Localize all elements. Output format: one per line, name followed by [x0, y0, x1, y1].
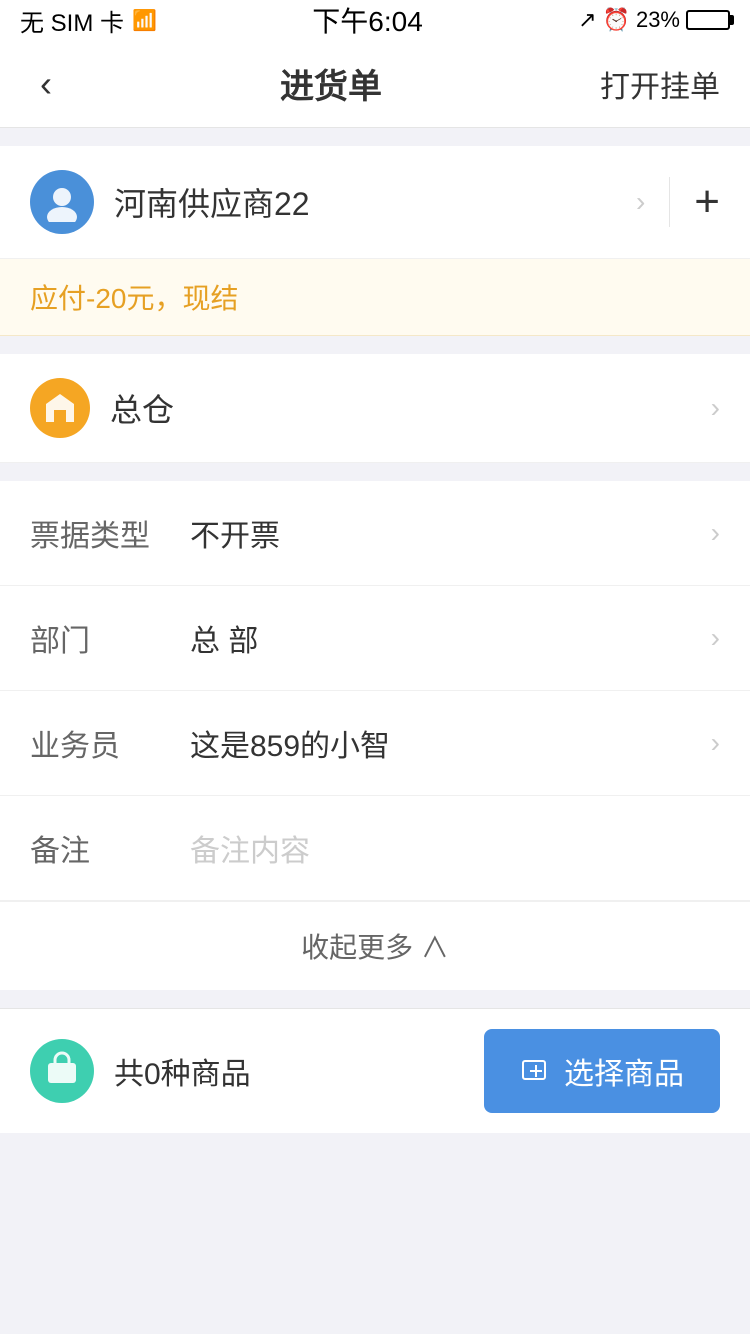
warehouse-icon: [30, 378, 90, 438]
section-divider-1: [0, 128, 750, 146]
status-carrier: 无 SIM 卡 📶: [20, 3, 157, 38]
invoice-label: 票据类型: [30, 511, 190, 555]
warehouse-chevron-icon: ›: [711, 392, 720, 424]
remark-label: 备注: [30, 826, 190, 870]
select-product-button[interactable]: 选择商品: [484, 1029, 720, 1113]
wifi-icon: 📶: [132, 8, 157, 33]
nav-bar: ‹ 进货单 打开挂单: [0, 40, 750, 128]
invoice-chevron-icon: ›: [711, 517, 720, 549]
alarm-icon: ⏰: [603, 7, 630, 33]
section-divider-2: [0, 336, 750, 354]
select-product-label: 选择商品: [564, 1049, 684, 1093]
status-bar: 无 SIM 卡 📶 下午6:04 ↗ ⏰ 23%: [0, 0, 750, 40]
back-button[interactable]: ‹: [30, 53, 62, 115]
status-indicators: ↗ ⏰ 23%: [578, 7, 730, 33]
invoice-value: 不开票: [190, 511, 711, 555]
supplier-name: 河南供应商22: [114, 179, 636, 225]
collapse-label: 收起更多 ∧: [301, 926, 449, 966]
remark-row[interactable]: 备注 备注内容: [0, 796, 750, 901]
open-pending-button[interactable]: 打开挂单: [600, 62, 720, 106]
warehouse-section: 总仓 ›: [0, 354, 750, 463]
invoice-type-row[interactable]: 票据类型 不开票 ›: [0, 481, 750, 586]
carrier-text: 无 SIM 卡: [20, 3, 124, 38]
notice-banner: 应付-20元，现结: [0, 259, 750, 336]
remark-input[interactable]: 备注内容: [190, 826, 720, 870]
page-title: 进货单: [280, 59, 382, 108]
battery-icon: [686, 10, 730, 30]
collapse-row[interactable]: 收起更多 ∧: [0, 901, 750, 990]
battery-text: 23%: [636, 7, 680, 33]
sales-value: 这是859的小智: [190, 721, 711, 765]
product-icon: [30, 1039, 94, 1103]
warehouse-name: 总仓: [110, 385, 711, 431]
form-section: 票据类型 不开票 › 部门 总 部 › 业务员 这是859的小智 › 备注 备注…: [0, 481, 750, 990]
supplier-avatar: [30, 170, 94, 234]
sales-label: 业务员: [30, 721, 190, 765]
vertical-divider: [669, 177, 670, 227]
supplier-section: 河南供应商22 › + 应付-20元，现结: [0, 146, 750, 336]
dept-chevron-icon: ›: [711, 622, 720, 654]
add-supplier-button[interactable]: +: [694, 180, 720, 224]
sales-chevron-icon: ›: [711, 727, 720, 759]
supplier-row[interactable]: 河南供应商22 › +: [0, 146, 750, 259]
section-divider-3: [0, 463, 750, 481]
dept-value: 总 部: [190, 616, 711, 660]
warehouse-row[interactable]: 总仓 ›: [0, 354, 750, 463]
product-count: 共0种商品: [114, 1049, 484, 1093]
bottom-bar: 共0种商品 选择商品: [0, 1008, 750, 1133]
supplier-chevron-icon: ›: [636, 186, 645, 218]
location-icon: ↗: [578, 7, 596, 33]
status-time: 下午6:04: [312, 0, 423, 40]
dept-label: 部门: [30, 616, 190, 660]
select-product-icon: [520, 1055, 552, 1087]
sales-row[interactable]: 业务员 这是859的小智 ›: [0, 691, 750, 796]
dept-row[interactable]: 部门 总 部 ›: [0, 586, 750, 691]
